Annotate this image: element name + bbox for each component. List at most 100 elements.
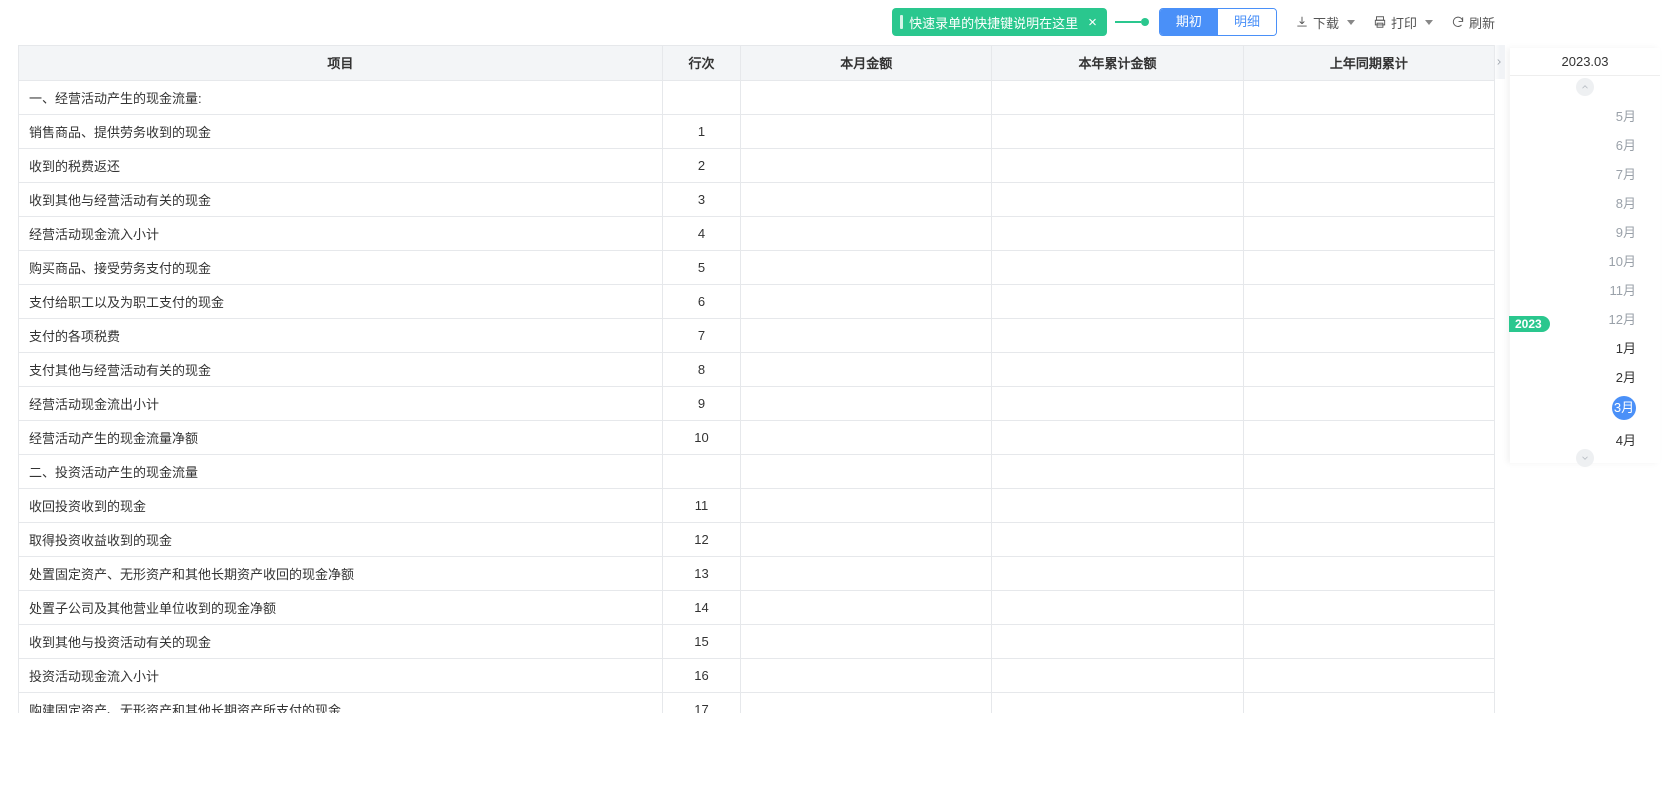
- period-scroll-down[interactable]: [1510, 447, 1660, 469]
- month-amount-cell[interactable]: [741, 182, 992, 216]
- ytd-amount-cell[interactable]: [992, 386, 1243, 420]
- ytd-amount-cell[interactable]: [992, 454, 1243, 488]
- ytd-amount-cell[interactable]: [992, 420, 1243, 454]
- collapse-columns-button[interactable]: [1493, 45, 1505, 79]
- ytd-amount-cell[interactable]: [992, 692, 1243, 713]
- period-month[interactable]: 12月: [1609, 309, 1636, 328]
- col-header-item: 项目: [19, 46, 662, 80]
- table-row: 支付的各项税费7: [19, 318, 1495, 352]
- ytd-amount-cell[interactable]: [992, 114, 1243, 148]
- prev-amount-cell[interactable]: [1243, 182, 1494, 216]
- report-table-scroll[interactable]: 项目 行次 本月金额 本年累计金额 上年同期累计 一、经营活动产生的现金流量:销…: [19, 46, 1495, 713]
- month-amount-cell[interactable]: [741, 590, 992, 624]
- prev-amount-cell[interactable]: [1243, 488, 1494, 522]
- prev-amount-cell[interactable]: [1243, 114, 1494, 148]
- prev-amount-cell[interactable]: [1243, 352, 1494, 386]
- month-amount-cell[interactable]: [741, 692, 992, 713]
- ytd-amount-cell[interactable]: [992, 80, 1243, 114]
- ytd-amount-cell[interactable]: [992, 182, 1243, 216]
- close-icon[interactable]: ×: [1088, 14, 1097, 31]
- prev-amount-cell[interactable]: [1243, 216, 1494, 250]
- month-amount-cell[interactable]: [741, 556, 992, 590]
- row-number-cell: 13: [662, 556, 740, 590]
- ytd-amount-cell[interactable]: [992, 250, 1243, 284]
- view-detail-button[interactable]: 明细: [1218, 9, 1276, 35]
- report-table-wrap: 项目 行次 本月金额 本年累计金额 上年同期累计 一、经营活动产生的现金流量:销…: [18, 45, 1495, 713]
- table-row: 一、经营活动产生的现金流量:: [19, 80, 1495, 114]
- row-number-cell: 6: [662, 284, 740, 318]
- prev-amount-cell[interactable]: [1243, 80, 1494, 114]
- ytd-amount-cell[interactable]: [992, 284, 1243, 318]
- item-cell: 取得投资收益收到的现金: [19, 522, 662, 556]
- prev-amount-cell[interactable]: [1243, 250, 1494, 284]
- prev-amount-cell[interactable]: [1243, 148, 1494, 182]
- prev-amount-cell[interactable]: [1243, 454, 1494, 488]
- prev-amount-cell[interactable]: [1243, 590, 1494, 624]
- prev-amount-cell[interactable]: [1243, 556, 1494, 590]
- table-row: 收到其他与投资活动有关的现金15: [19, 624, 1495, 658]
- col-header-prev: 上年同期累计: [1243, 46, 1494, 80]
- month-amount-cell[interactable]: [741, 216, 992, 250]
- item-cell: 支付给职工以及为职工支付的现金: [19, 284, 662, 318]
- period-month[interactable]: 6月: [1612, 135, 1636, 154]
- ytd-amount-cell[interactable]: [992, 556, 1243, 590]
- ytd-amount-cell[interactable]: [992, 216, 1243, 250]
- month-amount-cell[interactable]: [741, 624, 992, 658]
- toast-pointer: [1115, 21, 1141, 23]
- row-number-cell: 17: [662, 692, 740, 713]
- period-month[interactable]: 10月: [1609, 251, 1636, 270]
- prev-amount-cell[interactable]: [1243, 318, 1494, 352]
- prev-amount-cell[interactable]: [1243, 284, 1494, 318]
- period-month[interactable]: 7月: [1612, 164, 1636, 183]
- month-amount-cell[interactable]: [741, 658, 992, 692]
- chevron-right-icon: [1494, 57, 1504, 67]
- month-amount-cell[interactable]: [741, 284, 992, 318]
- month-amount-cell[interactable]: [741, 250, 992, 284]
- row-number-cell: 14: [662, 590, 740, 624]
- prev-amount-cell[interactable]: [1243, 386, 1494, 420]
- refresh-button[interactable]: 刷新: [1451, 13, 1495, 32]
- month-amount-cell[interactable]: [741, 318, 992, 352]
- ytd-amount-cell[interactable]: [992, 148, 1243, 182]
- item-cell: 支付的各项税费: [19, 318, 662, 352]
- month-amount-cell[interactable]: [741, 352, 992, 386]
- print-button[interactable]: 打印: [1373, 13, 1433, 32]
- table-row: 投资活动现金流入小计16: [19, 658, 1495, 692]
- period-month[interactable]: 8月: [1612, 193, 1636, 212]
- period-month[interactable]: 11月: [1610, 280, 1637, 299]
- prev-amount-cell[interactable]: [1243, 522, 1494, 556]
- month-amount-cell[interactable]: [741, 454, 992, 488]
- month-amount-cell[interactable]: [741, 420, 992, 454]
- period-month[interactable]: 3月: [1612, 396, 1636, 420]
- ytd-amount-cell[interactable]: [992, 624, 1243, 658]
- prev-amount-cell[interactable]: [1243, 658, 1494, 692]
- period-month[interactable]: 1月: [1612, 338, 1636, 357]
- ytd-amount-cell[interactable]: [992, 590, 1243, 624]
- item-cell: 处置子公司及其他营业单位收到的现金净额: [19, 590, 662, 624]
- month-amount-cell[interactable]: [741, 488, 992, 522]
- table-row: 经营活动现金流出小计9: [19, 386, 1495, 420]
- item-cell: 收到其他与经营活动有关的现金: [19, 182, 662, 216]
- period-month[interactable]: 5月: [1612, 106, 1636, 125]
- prev-amount-cell[interactable]: [1243, 692, 1494, 713]
- item-cell: 经营活动产生的现金流量净额: [19, 420, 662, 454]
- download-button[interactable]: 下载: [1295, 13, 1355, 32]
- prev-amount-cell[interactable]: [1243, 420, 1494, 454]
- month-amount-cell[interactable]: [741, 114, 992, 148]
- prev-amount-cell[interactable]: [1243, 624, 1494, 658]
- ytd-amount-cell[interactable]: [992, 352, 1243, 386]
- period-month[interactable]: 2月: [1612, 367, 1636, 386]
- month-amount-cell[interactable]: [741, 522, 992, 556]
- period-month[interactable]: 9月: [1612, 222, 1636, 241]
- period-scroll-up[interactable]: [1510, 76, 1660, 98]
- ytd-amount-cell[interactable]: [992, 318, 1243, 352]
- ytd-amount-cell[interactable]: [992, 488, 1243, 522]
- month-amount-cell[interactable]: [741, 80, 992, 114]
- view-period-begin-button[interactable]: 期初: [1160, 9, 1218, 35]
- ytd-amount-cell[interactable]: [992, 522, 1243, 556]
- chevron-down-icon: [1425, 20, 1433, 25]
- item-cell: 一、经营活动产生的现金流量:: [19, 80, 662, 114]
- month-amount-cell[interactable]: [741, 386, 992, 420]
- ytd-amount-cell[interactable]: [992, 658, 1243, 692]
- month-amount-cell[interactable]: [741, 148, 992, 182]
